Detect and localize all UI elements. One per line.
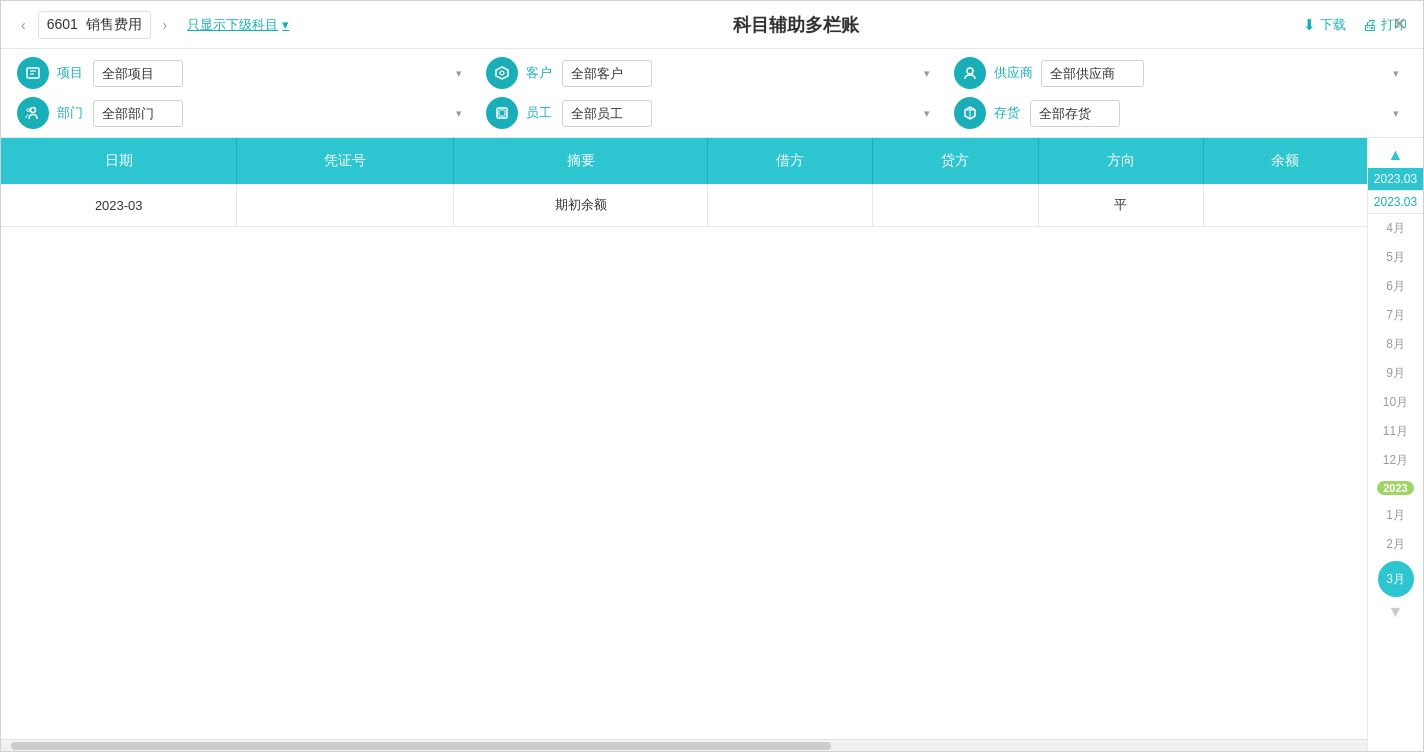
project-select-wrapper: 全部项目	[93, 60, 470, 87]
show-sub-button[interactable]: 只显示下级科目 ▾	[187, 16, 289, 34]
main-content: 日期 凭证号 摘要 借方 贷方 方向 余额 2023-03期初余额平	[1, 138, 1423, 751]
table-empty-space	[1, 227, 1367, 739]
supplier-label: 供应商	[994, 64, 1033, 82]
timeline-month-9[interactable]: 9月	[1368, 359, 1423, 388]
svg-point-6	[27, 109, 30, 112]
timeline-month-5[interactable]: 5月	[1368, 243, 1423, 272]
filter-bar: 项目 全部项目 客户 全部客户	[1, 49, 1423, 138]
timeline-month-4[interactable]: 4月	[1368, 214, 1423, 243]
year-badge: 2023	[1377, 481, 1413, 495]
employee-select-wrapper: 全部员工	[562, 100, 939, 127]
inventory-label: 存货	[994, 104, 1022, 122]
timeline-year-2023[interactable]: 2023	[1368, 475, 1423, 501]
download-button[interactable]: ⬇ 下载	[1303, 16, 1346, 34]
timeline-month-1[interactable]: 1月	[1368, 501, 1423, 530]
svg-point-3	[500, 71, 504, 75]
timeline-month-6[interactable]: 6月	[1368, 272, 1423, 301]
timeline-up-button[interactable]: ▲	[1384, 142, 1408, 168]
col-debit: 借方	[707, 138, 872, 184]
inventory-icon	[954, 97, 986, 129]
data-table: 日期 凭证号 摘要 借方 贷方 方向 余额 2023-03期初余额平	[1, 138, 1367, 227]
customer-label: 客户	[526, 64, 554, 82]
filter-item-project: 项目 全部项目	[17, 57, 470, 89]
timeline-month-7[interactable]: 7月	[1368, 301, 1423, 330]
col-balance: 余额	[1203, 138, 1367, 184]
svg-rect-0	[27, 68, 39, 78]
dept-select-wrapper: 全部部门	[93, 100, 470, 127]
show-sub-label: 只显示下级科目	[187, 16, 278, 34]
scrollbar-thumb[interactable]	[11, 742, 831, 750]
employee-label: 员工	[526, 104, 554, 122]
timeline-month-11[interactable]: 11月	[1368, 417, 1423, 446]
supplier-select-wrapper: 全部供应商	[1041, 60, 1407, 87]
table-area: 日期 凭证号 摘要 借方 贷方 方向 余额 2023-03期初余额平	[1, 138, 1367, 751]
dept-select[interactable]: 全部部门	[93, 100, 183, 127]
dept-label: 部门	[57, 104, 85, 122]
timeline-panel: ▲ 2023.03 2023.03 4月 5月 6月 7月 8月 9月 10月 …	[1367, 138, 1423, 751]
inventory-select[interactable]: 全部存货	[1030, 100, 1120, 127]
download-icon: ⬇	[1303, 16, 1316, 34]
supplier-icon	[954, 57, 986, 89]
col-voucher: 凭证号	[237, 138, 454, 184]
dropdown-arrow-icon: ▾	[282, 17, 289, 32]
timeline-month-12[interactable]: 12月	[1368, 446, 1423, 475]
col-credit: 贷方	[873, 138, 1038, 184]
employee-select[interactable]: 全部员工	[562, 100, 652, 127]
close-button[interactable]: ✕	[1392, 13, 1407, 35]
project-icon	[17, 57, 49, 89]
customer-select[interactable]: 全部客户	[562, 60, 652, 87]
timeline-header-item-2[interactable]: 2023.03	[1368, 191, 1423, 214]
timeline-header-item-1[interactable]: 2023.03	[1368, 168, 1423, 191]
download-label: 下载	[1320, 16, 1346, 34]
main-window: ✕ ‹ 6601 销售费用 › 只显示下级科目 ▾ 科目辅助多栏账 ⬇ 下载 🖨…	[0, 0, 1424, 752]
account-code: 6601	[47, 16, 78, 32]
filter-item-customer: 客户 全部客户	[486, 57, 939, 89]
next-account-button[interactable]: ›	[159, 15, 172, 35]
page-title: 科目辅助多栏账	[297, 13, 1295, 37]
print-icon: 🖨	[1362, 16, 1377, 33]
scrollbar-track	[1, 742, 1367, 751]
account-display: 6601 销售费用	[38, 11, 151, 39]
timeline-month-10[interactable]: 10月	[1368, 388, 1423, 417]
filter-item-supplier: 供应商 全部供应商	[954, 57, 1407, 89]
inventory-select-wrapper: 全部存货	[1030, 100, 1407, 127]
table-row[interactable]: 2023-03期初余额平	[1, 184, 1367, 227]
account-name-label: 销售费用	[86, 16, 142, 32]
customer-icon	[486, 57, 518, 89]
svg-point-4	[967, 68, 973, 74]
customer-select-wrapper: 全部客户	[562, 60, 939, 87]
timeline-month-3-active[interactable]: 3月	[1378, 561, 1414, 597]
filter-item-dept: 部门 全部部门	[17, 97, 470, 129]
project-label: 项目	[57, 64, 85, 82]
supplier-select[interactable]: 全部供应商	[1041, 60, 1144, 87]
timeline-down-button[interactable]: ▼	[1384, 599, 1408, 625]
title-bar: ‹ 6601 销售费用 › 只显示下级科目 ▾ 科目辅助多栏账 ⬇ 下载 🖨 打…	[1, 1, 1423, 49]
col-date: 日期	[1, 138, 237, 184]
svg-point-5	[31, 108, 36, 113]
timeline-month-2[interactable]: 2月	[1368, 530, 1423, 559]
col-direction: 方向	[1038, 138, 1203, 184]
horizontal-scrollbar[interactable]	[1, 739, 1367, 751]
filter-item-employee: 员工 全部员工	[486, 97, 939, 129]
svg-rect-8	[499, 110, 505, 116]
filter-item-inventory: 存货 全部存货	[954, 97, 1407, 129]
table-header-row: 日期 凭证号 摘要 借方 贷方 方向 余额	[1, 138, 1367, 184]
prev-account-button[interactable]: ‹	[17, 15, 30, 35]
project-select[interactable]: 全部项目	[93, 60, 183, 87]
dept-icon	[17, 97, 49, 129]
employee-icon	[486, 97, 518, 129]
col-summary: 摘要	[454, 138, 708, 184]
timeline-month-8[interactable]: 8月	[1368, 330, 1423, 359]
